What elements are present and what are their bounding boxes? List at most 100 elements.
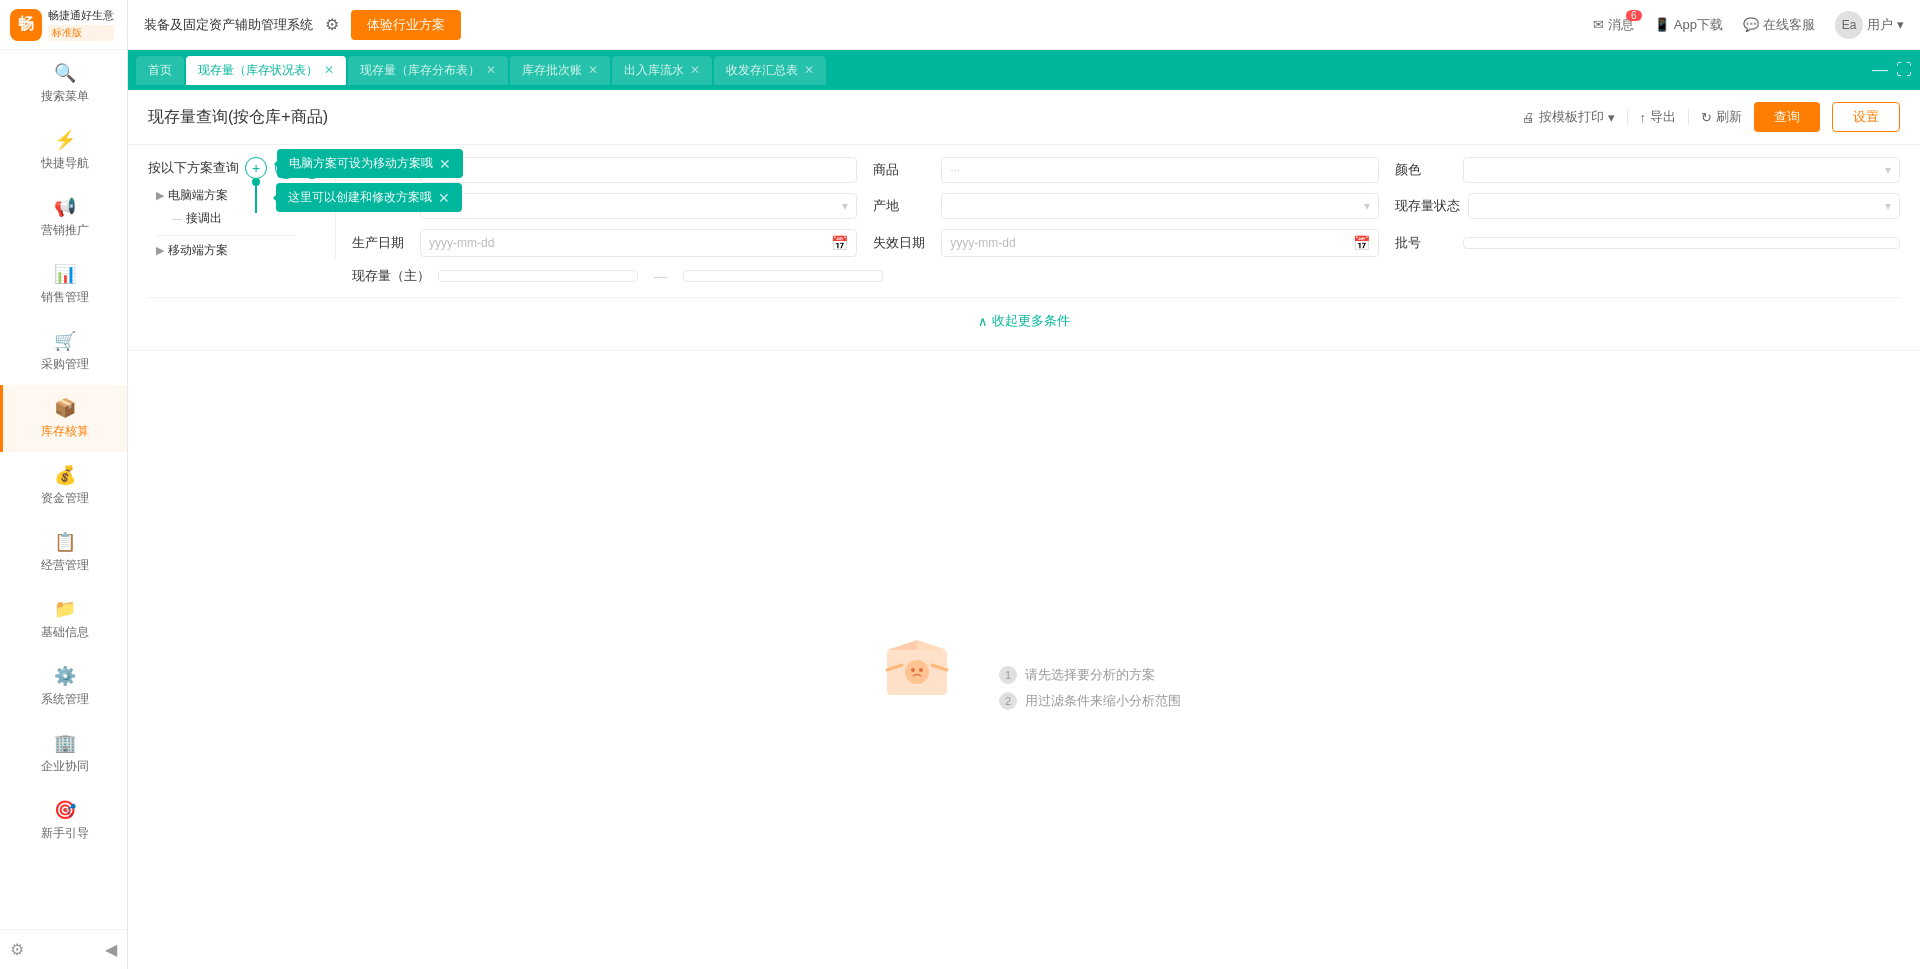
tab-inventory-dist[interactable]: 现存量（库存分布表） ✕ xyxy=(348,56,508,85)
batch-input[interactable] xyxy=(1463,237,1900,249)
notification-btn[interactable]: ✉ 消息 6 xyxy=(1593,16,1634,34)
sidebar-item-operation[interactable]: 📋 经营管理 xyxy=(0,519,127,586)
empty-state: 1 请先选择要分析的方案 2 用过滤条件来缩小分析范围 xyxy=(128,351,1920,969)
tab-stock-flow[interactable]: 出入库流水 ✕ xyxy=(612,56,712,85)
stock-main-to[interactable] xyxy=(683,270,883,282)
tab-close-recv-send[interactable]: ✕ xyxy=(804,63,814,77)
finance-icon: 💰 xyxy=(54,464,76,486)
system-icon: ⚙️ xyxy=(54,665,76,687)
tooltip-add-close[interactable]: ✕ xyxy=(439,156,451,172)
prod-date-label: 生产日期 xyxy=(352,234,412,252)
color-label: 颜色 xyxy=(1395,161,1455,179)
tab-home[interactable]: 首页 xyxy=(136,56,184,85)
user-avatar: Ea xyxy=(1835,11,1863,39)
size-input[interactable]: ▾ xyxy=(420,193,857,219)
stock-status-input[interactable]: ▾ xyxy=(1468,193,1900,219)
chevron-down-icon: ▾ xyxy=(1897,17,1904,32)
prod-date-input[interactable]: yyyy-mm-dd 📅 xyxy=(420,229,857,257)
goods-label: 商品 xyxy=(873,161,933,179)
tab-recv-send[interactable]: 收发存汇总表 ✕ xyxy=(714,56,826,85)
scheme-add-btn[interactable]: + xyxy=(245,157,267,179)
reset-btn[interactable]: 设置 xyxy=(1832,102,1900,132)
page-header: 现存量查询(按仓库+商品) 🖨 按模板打印 ▾ ↑ 导出 ↻ 刷新 查询 xyxy=(128,90,1920,145)
chevron-down-icon: ▾ xyxy=(1608,110,1615,125)
user-menu[interactable]: Ea 用户 ▾ xyxy=(1835,11,1904,39)
warehouse-input[interactable]: ··· xyxy=(420,157,857,183)
main: 装备及固定资产辅助管理系统 ⚙ 体验行业方案 ✉ 消息 6 📱 App下载 💬 … xyxy=(128,0,1920,969)
sidebar-item-label: 搜索菜单 xyxy=(41,88,89,105)
collapse-btn[interactable]: ∧ 收起更多条件 xyxy=(148,304,1900,338)
query-btn[interactable]: 查询 xyxy=(1754,102,1820,132)
sidebar-item-system[interactable]: ⚙️ 系统管理 xyxy=(0,653,127,720)
notification-icon: ✉ xyxy=(1593,17,1604,32)
sidebar-item-marketing[interactable]: 📢 营销推广 xyxy=(0,184,127,251)
filter-stock-status: 现存量状态 ▾ xyxy=(1395,193,1900,219)
origin-input[interactable]: ▾ xyxy=(941,193,1378,219)
chevron-up-icon: ∧ xyxy=(978,314,988,329)
print-icon: 🖨 xyxy=(1522,110,1535,125)
refresh-icon: ↻ xyxy=(1701,110,1712,125)
settings-icon[interactable]: ⚙ xyxy=(10,940,24,959)
tab-close-inventory-dist[interactable]: ✕ xyxy=(486,63,496,77)
batch-label: 批号 xyxy=(1395,234,1455,252)
tab-close-inventory-batch[interactable]: ✕ xyxy=(588,63,598,77)
purchase-icon: 🛒 xyxy=(54,330,76,352)
sidebar-item-label: 企业协同 xyxy=(41,758,89,775)
quick-nav-icon: ⚡ xyxy=(54,129,76,151)
svg-point-3 xyxy=(905,660,929,684)
sidebar-item-finance[interactable]: 💰 资金管理 xyxy=(0,452,127,519)
collapse-sidebar-icon[interactable]: ◀ xyxy=(105,940,117,959)
sidebar-item-label: 基础信息 xyxy=(41,624,89,641)
header-title: 装备及固定资产辅助管理系统 xyxy=(144,16,313,34)
sidebar-item-label: 经营管理 xyxy=(41,557,89,574)
color-input[interactable]: ▾ xyxy=(1463,157,1900,183)
color-dropdown: ▾ xyxy=(1885,163,1891,177)
sidebar-item-label: 采购管理 xyxy=(41,356,89,373)
expire-date-calendar-icon: 📅 xyxy=(1353,235,1370,251)
sidebar-item-basic[interactable]: 📁 基础信息 xyxy=(0,586,127,653)
sidebar-item-inventory[interactable]: 📦 库存核算 xyxy=(0,385,127,452)
notification-badge: 6 xyxy=(1626,10,1642,21)
sidebar-item-label: 新手引导 xyxy=(41,825,89,842)
scheme-add-tooltip: 电脑方案可设为移动方案哦 ✕ xyxy=(277,149,463,178)
goods-input[interactable]: ··· xyxy=(941,157,1378,183)
export-btn[interactable]: ↑ 导出 xyxy=(1640,108,1677,126)
sidebar-item-search[interactable]: 🔍 搜索菜单 xyxy=(0,50,127,117)
origin-dropdown: ▾ xyxy=(1364,199,1370,213)
empty-tip-2: 2 用过滤条件来缩小分析范围 xyxy=(999,692,1181,710)
sales-icon: 📊 xyxy=(54,263,76,285)
header-settings-icon[interactable]: ⚙ xyxy=(325,15,339,34)
tab-close-stock-flow[interactable]: ✕ xyxy=(690,63,700,77)
sidebar-item-guide[interactable]: 🎯 新手引导 xyxy=(0,787,127,854)
trial-btn[interactable]: 体验行业方案 xyxy=(351,10,461,40)
filter-origin: 产地 ▾ xyxy=(873,193,1378,219)
tab-close-inventory-status[interactable]: ✕ xyxy=(324,63,334,77)
sidebar-item-sales[interactable]: 📊 销售管理 xyxy=(0,251,127,318)
tab-inventory-batch[interactable]: 库存批次账 ✕ xyxy=(510,56,610,85)
separator xyxy=(1627,109,1628,125)
refresh-btn[interactable]: ↻ 刷新 xyxy=(1701,108,1742,126)
logo-icon: 畅 xyxy=(10,9,42,41)
svg-point-5 xyxy=(919,668,923,672)
svg-marker-1 xyxy=(887,640,917,650)
online-support-btn[interactable]: 💬 在线客服 xyxy=(1743,16,1815,34)
scheme-edit-tooltip: 这里可以创建和修改方案哦 ✕ xyxy=(276,183,462,212)
stock-main-label: 现存量（主） xyxy=(352,267,430,285)
stock-main-from[interactable] xyxy=(438,270,638,282)
tab-expand-icon[interactable]: ⛶ xyxy=(1896,61,1912,79)
sidebar-item-enterprise[interactable]: 🏢 企业协同 xyxy=(0,720,127,787)
expire-date-input[interactable]: yyyy-mm-dd 📅 xyxy=(941,229,1378,257)
print-btn[interactable]: 🖨 按模板打印 ▾ xyxy=(1522,108,1615,126)
filter-color: 颜色 ▾ xyxy=(1395,157,1900,183)
sidebar-item-purchase[interactable]: 🛒 采购管理 xyxy=(0,318,127,385)
tab-inventory-status[interactable]: 现存量（库存状况表） ✕ xyxy=(186,56,346,85)
tooltip-edit-close[interactable]: ✕ xyxy=(438,190,450,206)
sidebar-item-quick-nav[interactable]: ⚡ 快捷导航 xyxy=(0,117,127,184)
search-icon: 🔍 xyxy=(54,62,76,84)
size-dropdown: ▾ xyxy=(842,199,848,213)
app-download-btn[interactable]: 📱 App下载 xyxy=(1654,16,1723,34)
filter-batch: 批号 xyxy=(1395,234,1900,252)
sidebar-logo: 畅 畅捷通好生意 标准版 xyxy=(0,0,127,50)
scheme-add-wrapper: + 电脑方案可设为移动方案哦 ✕ xyxy=(245,157,267,179)
tab-minimize-icon[interactable]: — xyxy=(1872,61,1888,79)
